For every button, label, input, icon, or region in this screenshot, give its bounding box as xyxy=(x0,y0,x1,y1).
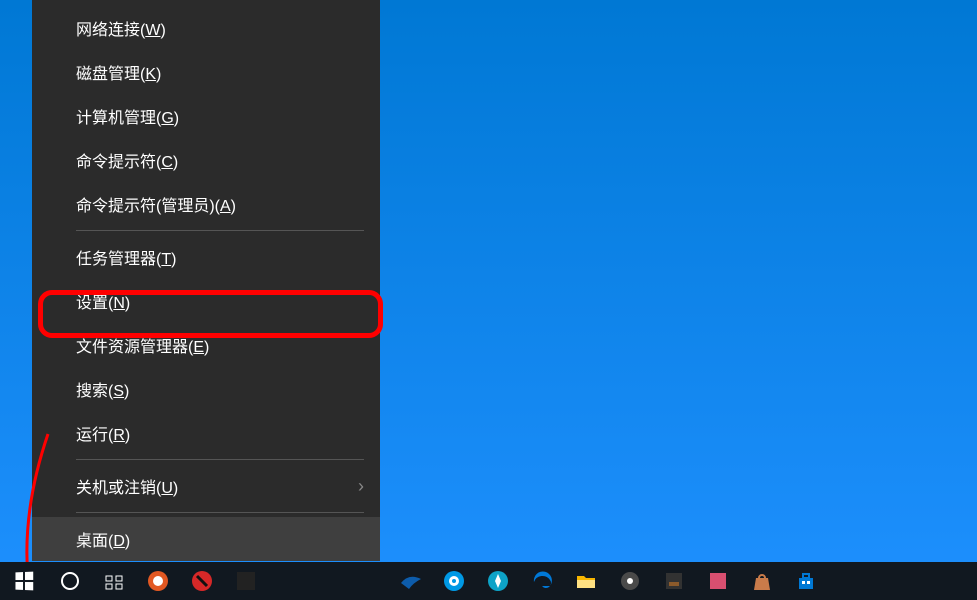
menu-item-6[interactable]: 任务管理器(T) xyxy=(32,235,380,279)
menu-item-4[interactable]: 命令提示符(管理员)(A) xyxy=(32,182,380,226)
menu-item-label: 命令提示符(管理员)(A) xyxy=(76,192,236,216)
menu-item-label: 关机或注销(U) xyxy=(76,474,178,498)
settings-gear-icon xyxy=(619,570,641,592)
menu-item-label: 桌面(D) xyxy=(76,527,130,551)
winx-context-menu: 网络连接(W) 磁盘管理(K) 计算机管理(G) 命令提示符(C) 命令提示符(管理员)… xyxy=(32,0,380,561)
menu-item-7[interactable]: 设置(N) xyxy=(32,279,380,323)
menu-item-14[interactable]: 桌面(D) xyxy=(32,517,380,561)
app-red-icon xyxy=(191,570,213,592)
app-dark-icon xyxy=(235,570,257,592)
menu-item-12[interactable]: 关机或注销(U) › xyxy=(32,464,380,508)
menu-item-label: 网络连接(W) xyxy=(76,16,166,40)
taskbar-store[interactable] xyxy=(784,562,828,600)
taskbar-bag-app[interactable] xyxy=(740,562,784,600)
task-view-icon xyxy=(103,570,125,592)
menu-separator xyxy=(76,230,364,231)
menu-item-label: 磁盘管理(K) xyxy=(76,60,161,84)
chevron-right-icon: › xyxy=(358,476,364,497)
menu-separator xyxy=(76,512,364,513)
menu-item-10[interactable]: 运行(R) xyxy=(32,411,380,455)
menu-item-0[interactable]: 网络连接(W) xyxy=(32,6,380,50)
pink-app-icon xyxy=(707,570,729,592)
menu-item-label: 搜索(S) xyxy=(76,377,129,401)
taskbar-qq-browser[interactable] xyxy=(432,562,476,600)
menu-item-3[interactable]: 命令提示符(C) xyxy=(32,138,380,182)
taskbar-app-orange[interactable] xyxy=(136,562,180,600)
menu-item-label: 计算机管理(G) xyxy=(76,104,179,128)
taskbar-cortana[interactable] xyxy=(48,562,92,600)
bird-icon xyxy=(399,570,421,592)
taskbar-utility[interactable] xyxy=(652,562,696,600)
edge-icon xyxy=(531,570,553,592)
taskbar-app-red[interactable] xyxy=(180,562,224,600)
taskbar-edge[interactable] xyxy=(520,562,564,600)
menu-item-label: 运行(R) xyxy=(76,421,130,445)
safari-icon xyxy=(487,570,509,592)
start-button[interactable] xyxy=(0,562,48,600)
bag-icon xyxy=(751,570,773,592)
taskbar-settings[interactable] xyxy=(608,562,652,600)
taskbar-pink-app[interactable] xyxy=(696,562,740,600)
cortana-icon xyxy=(59,570,81,592)
taskbar-bird-app[interactable] xyxy=(388,562,432,600)
menu-item-8[interactable]: 文件资源管理器(E) xyxy=(32,323,380,367)
file-explorer-icon xyxy=(575,570,597,592)
taskbar-app-dark[interactable] xyxy=(224,562,268,600)
menu-separator xyxy=(76,459,364,460)
qq-browser-icon xyxy=(443,570,465,592)
menu-item-9[interactable]: 搜索(S) xyxy=(32,367,380,411)
taskbar xyxy=(0,562,977,600)
utility-icon xyxy=(663,570,685,592)
app-orange-icon xyxy=(147,570,169,592)
store-icon xyxy=(795,570,817,592)
windows-logo-icon xyxy=(15,572,33,591)
menu-item-2[interactable]: 计算机管理(G) xyxy=(32,94,380,138)
taskbar-safari-like[interactable] xyxy=(476,562,520,600)
taskbar-file-explorer[interactable] xyxy=(564,562,608,600)
menu-item-label: 设置(N) xyxy=(76,289,130,313)
menu-item-label: 命令提示符(C) xyxy=(76,148,178,172)
menu-item-label: 文件资源管理器(E) xyxy=(76,333,209,357)
menu-item-label: 任务管理器(T) xyxy=(76,245,176,269)
taskbar-task-view[interactable] xyxy=(92,562,136,600)
menu-item-1[interactable]: 磁盘管理(K) xyxy=(32,50,380,94)
